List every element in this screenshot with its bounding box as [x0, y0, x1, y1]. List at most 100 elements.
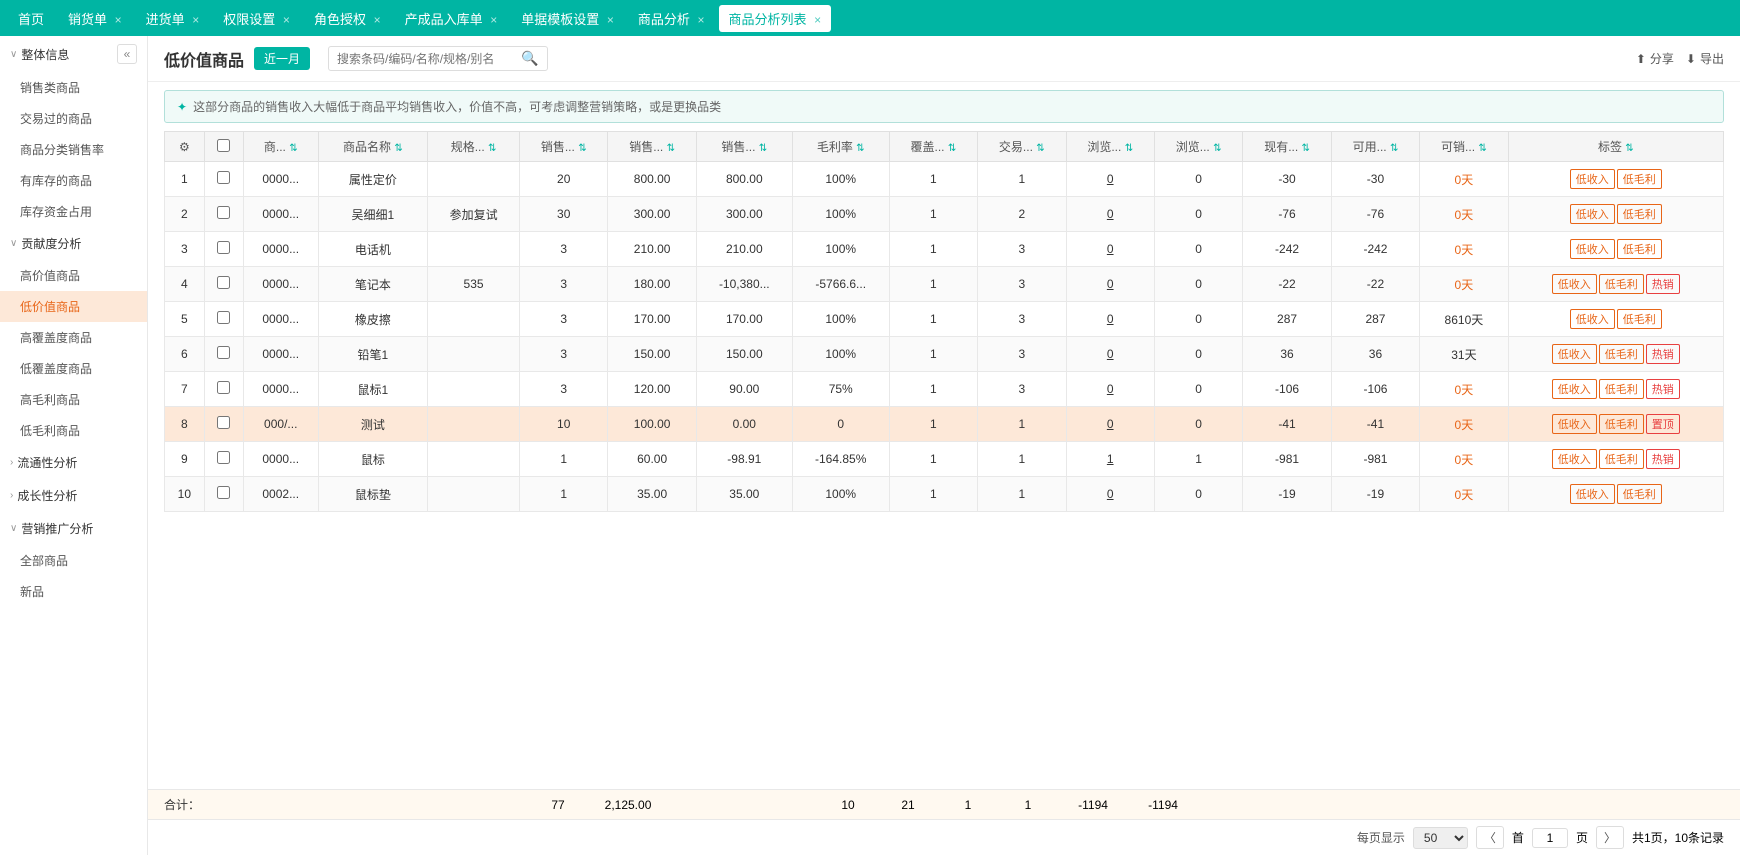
- cell-checkbox[interactable]: [204, 162, 243, 197]
- cell-view1[interactable]: 0: [1066, 162, 1154, 197]
- sidebar-item-in-stock[interactable]: 有库存的商品: [0, 165, 147, 196]
- row-checkbox[interactable]: [217, 276, 230, 289]
- sidebar-item-capital[interactable]: 库存资金占用: [0, 196, 147, 227]
- cell-no: 5: [165, 302, 205, 337]
- th-sales-amount[interactable]: 销售... ⇅: [608, 132, 696, 162]
- th-available[interactable]: 可用... ⇅: [1331, 132, 1419, 162]
- row-checkbox[interactable]: [217, 171, 230, 184]
- cell-view1[interactable]: 0: [1066, 267, 1154, 302]
- nav-analysis[interactable]: 商品分析 ×: [628, 5, 715, 32]
- sidebar-item-low-coverage[interactable]: 低覆盖度商品: [0, 353, 147, 384]
- th-trade[interactable]: 交易... ⇅: [978, 132, 1066, 162]
- sidebar-item-high-value[interactable]: 高价值商品: [0, 260, 147, 291]
- sidebar-item-new-goods[interactable]: 新品: [0, 576, 147, 607]
- cell-checkbox[interactable]: [204, 267, 243, 302]
- row-checkbox[interactable]: [217, 311, 230, 324]
- nav-permissions[interactable]: 权限设置 ×: [213, 5, 300, 32]
- th-view2[interactable]: 浏览... ⇅: [1154, 132, 1242, 162]
- sidebar-item-category-rate[interactable]: 商品分类销售率: [0, 134, 147, 165]
- view1-link[interactable]: 0: [1107, 417, 1114, 431]
- row-checkbox[interactable]: [217, 206, 230, 219]
- view1-link[interactable]: 0: [1107, 347, 1114, 361]
- sidebar-group-circulation[interactable]: ›流通性分析: [0, 446, 147, 479]
- th-tags[interactable]: 标签 ⇅: [1508, 132, 1723, 162]
- view1-link[interactable]: 0: [1107, 487, 1114, 501]
- cell-view1[interactable]: 0: [1066, 372, 1154, 407]
- nav-purchase[interactable]: 进货单 ×: [136, 5, 210, 32]
- th-coverage[interactable]: 覆盖... ⇅: [889, 132, 977, 162]
- nav-roles[interactable]: 角色授权 ×: [304, 5, 391, 32]
- sidebar-group-contribution[interactable]: ∨贡献度分析: [0, 227, 147, 260]
- row-checkbox[interactable]: [217, 241, 230, 254]
- sidebar-group-overall[interactable]: ∨整体信息 «: [0, 36, 147, 72]
- view1-link[interactable]: 0: [1107, 312, 1114, 326]
- cell-checkbox[interactable]: [204, 407, 243, 442]
- table-container[interactable]: ⚙ 商... ⇅ 商品名称 ⇅ 规格... ⇅ 销售... ⇅ 销售... ⇅ …: [148, 131, 1740, 789]
- cell-current: 287: [1243, 302, 1331, 337]
- cell-view1[interactable]: 0: [1066, 407, 1154, 442]
- saleable-days: 0天: [1455, 243, 1474, 257]
- row-checkbox[interactable]: [217, 451, 230, 464]
- sidebar-item-traded[interactable]: 交易过的商品: [0, 103, 147, 134]
- sidebar-item-sales-goods[interactable]: 销售类商品: [0, 72, 147, 103]
- row-checkbox[interactable]: [217, 416, 230, 429]
- row-checkbox[interactable]: [217, 486, 230, 499]
- sidebar-item-low-margin[interactable]: 低毛利商品: [0, 415, 147, 446]
- view1-link[interactable]: 1: [1107, 452, 1114, 466]
- th-sales-count[interactable]: 销售... ⇅: [520, 132, 608, 162]
- th-saleable[interactable]: 可销... ⇅: [1420, 132, 1508, 162]
- page-input[interactable]: [1532, 828, 1568, 848]
- sidebar-group-growth[interactable]: ›成长性分析: [0, 479, 147, 512]
- cell-checkbox[interactable]: [204, 442, 243, 477]
- search-input[interactable]: [337, 52, 517, 66]
- th-name[interactable]: 商品名称 ⇅: [318, 132, 428, 162]
- th-margin[interactable]: 毛利率 ⇅: [792, 132, 889, 162]
- next-page-btn[interactable]: 〉: [1596, 826, 1624, 849]
- first-page-btn[interactable]: 〈: [1476, 826, 1504, 849]
- cell-view1[interactable]: 0: [1066, 197, 1154, 232]
- row-checkbox[interactable]: [217, 346, 230, 359]
- cell-trade: 1: [978, 477, 1066, 512]
- cell-view1[interactable]: 1: [1066, 442, 1154, 477]
- cell-view1[interactable]: 0: [1066, 302, 1154, 337]
- cell-checkbox[interactable]: [204, 232, 243, 267]
- th-sales-cost[interactable]: 销售... ⇅: [696, 132, 792, 162]
- th-spec[interactable]: 规格... ⇅: [428, 132, 520, 162]
- sidebar-item-all-goods[interactable]: 全部商品: [0, 545, 147, 576]
- nav-home[interactable]: 首页: [8, 5, 54, 32]
- cell-view1[interactable]: 0: [1066, 232, 1154, 267]
- nav-stock-in[interactable]: 产成品入库单 ×: [395, 5, 508, 32]
- view1-link[interactable]: 0: [1107, 277, 1114, 291]
- search-icon[interactable]: 🔍: [521, 50, 538, 67]
- select-all-checkbox[interactable]: [217, 139, 230, 152]
- cell-checkbox[interactable]: [204, 477, 243, 512]
- page-size-select[interactable]: 50 100: [1413, 827, 1468, 849]
- cell-view1[interactable]: 0: [1066, 477, 1154, 512]
- th-code[interactable]: 商... ⇅: [243, 132, 318, 162]
- nav-templates[interactable]: 单据模板设置 ×: [511, 5, 624, 32]
- th-checkbox[interactable]: [204, 132, 243, 162]
- th-settings[interactable]: ⚙: [165, 132, 205, 162]
- row-checkbox[interactable]: [217, 381, 230, 394]
- sidebar-item-high-coverage[interactable]: 高覆盖度商品: [0, 322, 147, 353]
- share-btn[interactable]: ⬆ 分享: [1636, 50, 1674, 67]
- view1-link[interactable]: 0: [1107, 172, 1114, 186]
- sidebar-item-high-margin[interactable]: 高毛利商品: [0, 384, 147, 415]
- view1-link[interactable]: 0: [1107, 207, 1114, 221]
- sidebar-group-marketing[interactable]: ∨营销推广分析: [0, 512, 147, 545]
- th-view1[interactable]: 浏览... ⇅: [1066, 132, 1154, 162]
- filter-btn[interactable]: 近一月: [254, 47, 310, 70]
- cell-view1[interactable]: 0: [1066, 337, 1154, 372]
- nav-sales[interactable]: 销货单 ×: [58, 5, 132, 32]
- cell-checkbox[interactable]: [204, 302, 243, 337]
- view1-link[interactable]: 0: [1107, 242, 1114, 256]
- nav-analysis-list[interactable]: 商品分析列表 ×: [719, 5, 832, 32]
- view1-link[interactable]: 0: [1107, 382, 1114, 396]
- cell-checkbox[interactable]: [204, 337, 243, 372]
- th-current[interactable]: 现有... ⇅: [1243, 132, 1331, 162]
- cell-checkbox[interactable]: [204, 372, 243, 407]
- collapse-btn[interactable]: «: [117, 44, 137, 64]
- export-btn[interactable]: ⬇ 导出: [1686, 50, 1724, 67]
- cell-checkbox[interactable]: [204, 197, 243, 232]
- sidebar-item-low-value[interactable]: 低价值商品: [0, 291, 147, 322]
